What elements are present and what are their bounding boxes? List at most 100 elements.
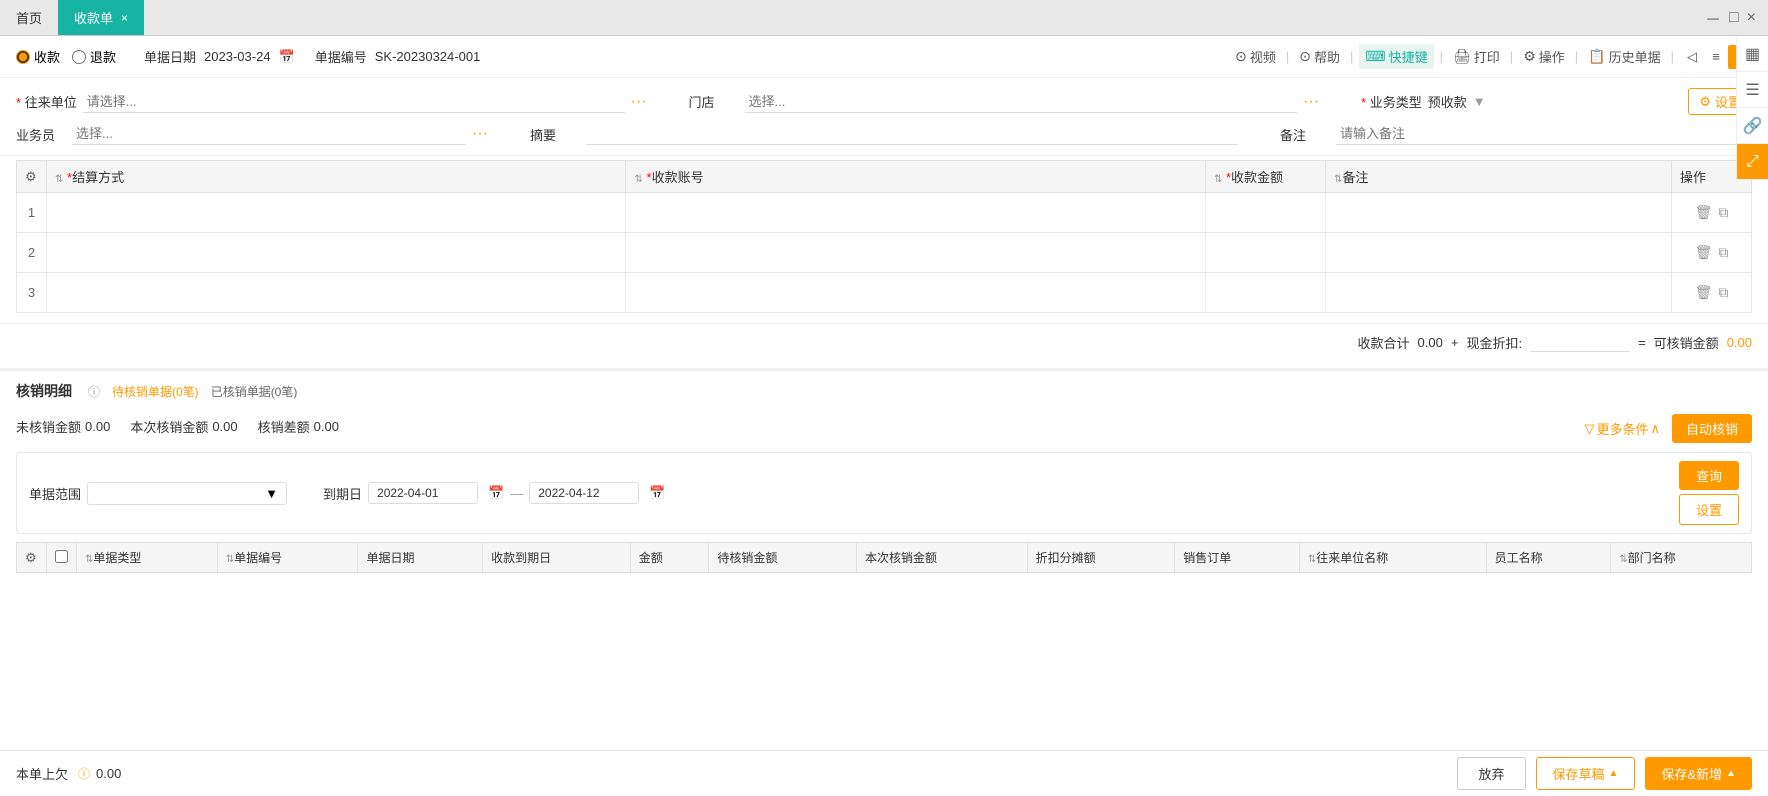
toolbar-video[interactable]: ⊙ 视频	[1231, 45, 1280, 68]
date-to-calendar-icon[interactable]: 📅	[649, 485, 665, 501]
row1-account[interactable]	[626, 193, 1205, 233]
abstract-label: 摘要	[530, 125, 580, 144]
row3-delete-icon[interactable]: 🗑	[1695, 284, 1713, 301]
row1-action: 🗑 ⧉	[1672, 193, 1752, 233]
staff-more-button[interactable]: ···	[472, 125, 488, 143]
tab-home-label: 首页	[16, 8, 42, 27]
row1-remark[interactable]	[1325, 193, 1671, 233]
row2-settlement[interactable]	[47, 233, 626, 273]
row1-settlement[interactable]	[47, 193, 626, 233]
layout-prev-button[interactable]: ◁	[1680, 45, 1704, 69]
hexiao-section: 核销明细 ⓘ 待核销单据(0笔) 已核销单据(0笔) 未核销金额 0.00 本次…	[0, 368, 1768, 583]
row1-delete-icon[interactable]: 🗑	[1695, 204, 1713, 221]
radio-refund[interactable]: 退款	[72, 47, 116, 66]
date-from-input[interactable]	[368, 482, 478, 504]
auto-cancel-button[interactable]: 自动核销	[1672, 414, 1752, 443]
abstract-input[interactable]	[586, 123, 1238, 145]
sidebar-expand-icon[interactable]: ⤢	[1737, 144, 1768, 180]
doc-date-calendar-icon[interactable]: 📅	[279, 49, 295, 65]
more-conditions-button[interactable]: ▽ 更多条件 ∧	[1584, 419, 1660, 438]
row3-amount[interactable]	[1205, 273, 1325, 313]
save-new-button[interactable]: 保存&新增 ▲	[1645, 757, 1752, 790]
row2-account[interactable]	[626, 233, 1205, 273]
tab-receipt[interactable]: 收款单 ×	[58, 0, 144, 35]
sidebar-attach-icon[interactable]: 🔗	[1737, 108, 1768, 144]
row3-account[interactable]	[626, 273, 1205, 313]
discount-label: 现金折扣:	[1466, 333, 1522, 352]
completed-tab[interactable]: 已核销单据(0笔)	[211, 383, 298, 400]
row2-copy-icon[interactable]: ⧉	[1718, 244, 1728, 261]
main-content: 收款 退款 单据日期 2023-03-24 📅 单据编号 SK-20230324…	[0, 36, 1768, 796]
biz-type-dropdown-icon[interactable]: ▼	[1473, 94, 1486, 109]
filter-icon: ▽	[1584, 421, 1594, 437]
header-toolbar: ⊙ 视频 | ⊙ 帮助 | ⌨ 快捷键 | 🖨 打印 | ⚙ 操作	[1231, 44, 1752, 69]
bt-header-counterparty: ⇅往来单位名称	[1299, 543, 1486, 573]
uncancelled-label: 未核销金额	[16, 417, 81, 436]
staff-input[interactable]	[72, 123, 466, 145]
radio-receipt[interactable]: 收款	[16, 47, 60, 66]
table-settings-icon[interactable]: ⚙	[25, 169, 37, 184]
settings-gear-icon: ⚙	[1699, 94, 1711, 110]
tab-close-button[interactable]: ×	[121, 11, 128, 25]
window-max-button[interactable]: □	[1729, 9, 1739, 27]
filter-settings-button[interactable]: 设置	[1679, 494, 1739, 525]
row2-delete-icon[interactable]: 🗑	[1695, 244, 1713, 261]
bt-header-due-date: 收款到期日	[483, 543, 631, 573]
range-select[interactable]: ▼	[87, 482, 287, 505]
toolbar-print[interactable]: 🖨 打印	[1449, 45, 1504, 68]
row-num-1: 1	[17, 193, 47, 233]
staff-group: 业务员 ···	[16, 123, 488, 145]
layout-list-button[interactable]: ≡	[1704, 45, 1728, 69]
window-close-button[interactable]: ×	[1747, 9, 1756, 27]
this-order-label: 本单上欠	[16, 764, 68, 783]
date-from-calendar-icon[interactable]: 📅	[488, 485, 504, 501]
row1-copy-icon[interactable]: ⧉	[1718, 204, 1728, 221]
discount-input[interactable]	[1530, 332, 1630, 352]
toolbar-history[interactable]: 📋 历史单据	[1584, 45, 1664, 68]
toolbar-operation[interactable]: ⚙ 操作	[1519, 45, 1569, 68]
window-min-button[interactable]: －	[1705, 6, 1721, 30]
date-to-input[interactable]	[529, 482, 639, 504]
query-button[interactable]: 查询	[1679, 461, 1739, 490]
abandon-button[interactable]: 放弃	[1457, 757, 1525, 790]
bt-settings-icon[interactable]: ⚙	[25, 550, 37, 565]
sidebar-list-icon[interactable]: ☰	[1737, 72, 1768, 108]
save-draft-arrow-icon[interactable]: ▲	[1609, 768, 1619, 779]
counterparty-more-button[interactable]: ···	[631, 93, 647, 111]
row3-copy-icon[interactable]: ⧉	[1718, 284, 1728, 301]
bt-header-doc-no: ⇅单据编号	[217, 543, 358, 573]
bt-header-doc-type: ⇅单据类型	[77, 543, 218, 573]
hexiao-info-icon: ⓘ	[88, 383, 100, 400]
remark-input[interactable]	[1336, 123, 1752, 145]
header-row: 收款 退款 单据日期 2023-03-24 📅 单据编号 SK-20230324…	[0, 36, 1768, 78]
history-icon: 📋	[1588, 48, 1605, 65]
row3-remark[interactable]	[1325, 273, 1671, 313]
bt-header-current: 本次核销金额	[856, 543, 1027, 573]
footer-amount: 0.00	[96, 766, 121, 781]
counterparty-label: * 往来单位	[16, 92, 77, 111]
pending-tab[interactable]: 待核销单据(0笔)	[112, 383, 199, 400]
row1-amount[interactable]	[1205, 193, 1325, 233]
save-new-arrow-icon[interactable]: ▲	[1726, 768, 1736, 779]
toolbar-help[interactable]: ⊙ 帮助	[1295, 45, 1344, 68]
bt-select-all[interactable]	[55, 550, 68, 563]
store-more-button[interactable]: ···	[1303, 93, 1319, 111]
footer-right: 放弃 保存草稿 ▲ 保存&新增 ▲	[1457, 757, 1752, 790]
row2-amount[interactable]	[1205, 233, 1325, 273]
tab-home[interactable]: 首页	[0, 0, 58, 35]
store-input[interactable]	[745, 91, 1298, 113]
sidebar-table-icon[interactable]: ▦	[1737, 36, 1768, 72]
save-draft-button[interactable]: 保存草稿 ▲	[1536, 757, 1636, 790]
shortcut-icon: ⌨	[1365, 48, 1385, 65]
abstract-group: 摘要	[530, 123, 1238, 145]
row-num-2: 2	[17, 233, 47, 273]
table-header-account: ⇅ *收款账号	[626, 161, 1205, 193]
footer-left: 本单上欠 ⓘ 0.00	[16, 764, 121, 783]
remark-label: 备注	[1280, 125, 1330, 144]
row2-remark[interactable]	[1325, 233, 1671, 273]
toolbar-shortcut[interactable]: ⌨ 快捷键	[1359, 44, 1433, 69]
footer: 本单上欠 ⓘ 0.00 放弃 保存草稿 ▲ 保存&新增 ▲	[0, 750, 1768, 796]
row2-action: 🗑 ⧉	[1672, 233, 1752, 273]
counterparty-input[interactable]	[83, 91, 625, 113]
row3-settlement[interactable]	[47, 273, 626, 313]
